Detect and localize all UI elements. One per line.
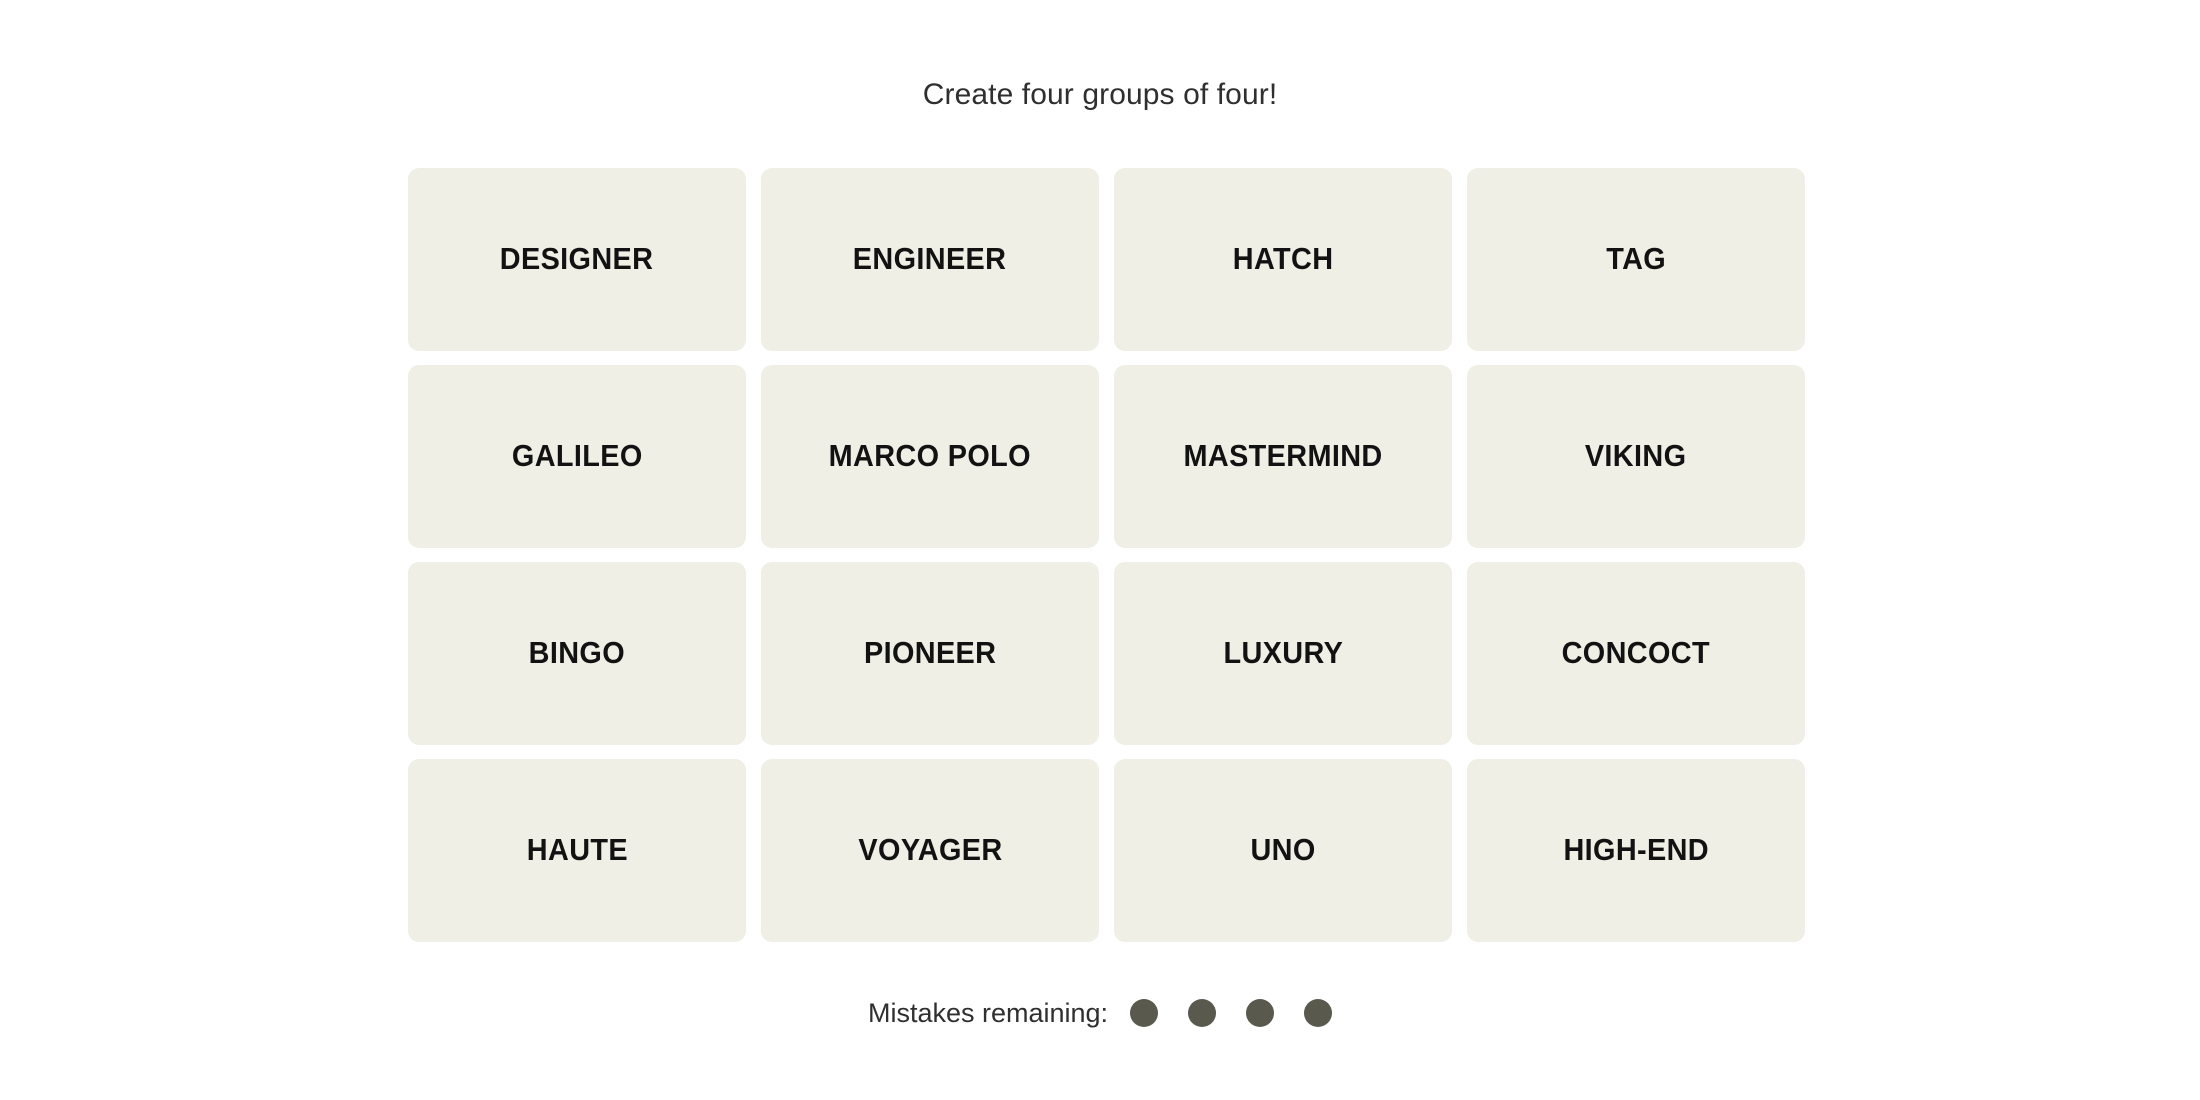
word-tile[interactable]: GALILEO [408, 365, 746, 548]
word-tile-label: VIKING [1585, 438, 1687, 474]
word-tile-label: PIONEER [863, 635, 997, 671]
word-tile[interactable]: HATCH [1114, 168, 1452, 351]
word-tile-label: HAUTE [526, 832, 628, 868]
word-tile[interactable]: VIKING [1467, 365, 1805, 548]
game-prompt: Create four groups of four! [922, 78, 1278, 111]
word-tile[interactable]: UNO [1114, 759, 1452, 942]
word-tile[interactable]: MARCO POLO [761, 365, 1099, 548]
word-tile[interactable]: MASTERMIND [1114, 365, 1452, 548]
word-tile-label: VOYAGER [857, 832, 1003, 868]
mistake-dot [1304, 999, 1333, 1027]
mistakes-remaining-label: Mistakes remaining: [867, 998, 1109, 1028]
word-tile-label: MASTERMIND [1183, 438, 1383, 474]
word-tile[interactable]: VOYAGER [761, 759, 1099, 942]
word-tile[interactable]: HAUTE [408, 759, 746, 942]
word-tile[interactable]: ENGINEER [761, 168, 1099, 351]
word-tile[interactable]: PIONEER [761, 562, 1099, 745]
word-tile[interactable]: TAG [1467, 168, 1805, 351]
connections-game: Create four groups of four! DESIGNER ENGI… [0, 0, 2200, 1100]
word-tile[interactable]: DESIGNER [408, 168, 746, 351]
word-tile-label: MARCO POLO [828, 438, 1032, 474]
word-tile-label: GALILEO [511, 438, 643, 474]
word-tile-label: HIGH-END [1563, 832, 1709, 868]
mistake-dot [1188, 999, 1217, 1027]
mistake-dot [1246, 999, 1275, 1027]
word-tile-label: DESIGNER [500, 241, 654, 277]
mistake-dot [1130, 999, 1159, 1027]
word-tile[interactable]: BINGO [408, 562, 746, 745]
word-tile-label: BINGO [528, 635, 626, 671]
word-tile-label: CONCOCT [1561, 635, 1711, 671]
word-tile-label: UNO [1250, 832, 1316, 868]
word-tile[interactable]: LUXURY [1114, 562, 1452, 745]
mistakes-remaining: Mistakes remaining: [0, 996, 2200, 1030]
word-tile[interactable]: CONCOCT [1467, 562, 1805, 745]
word-tile[interactable]: HIGH-END [1467, 759, 1805, 942]
word-tile-label: LUXURY [1223, 635, 1343, 671]
tile-grid: DESIGNER ENGINEER HATCH TAG GALILEO MARCO POL… [408, 168, 1805, 942]
word-tile-label: HATCH [1232, 241, 1334, 277]
word-tile-label: ENGINEER [853, 241, 1007, 277]
word-tile-label: TAG [1606, 241, 1666, 277]
mistake-dots [1130, 999, 1333, 1027]
